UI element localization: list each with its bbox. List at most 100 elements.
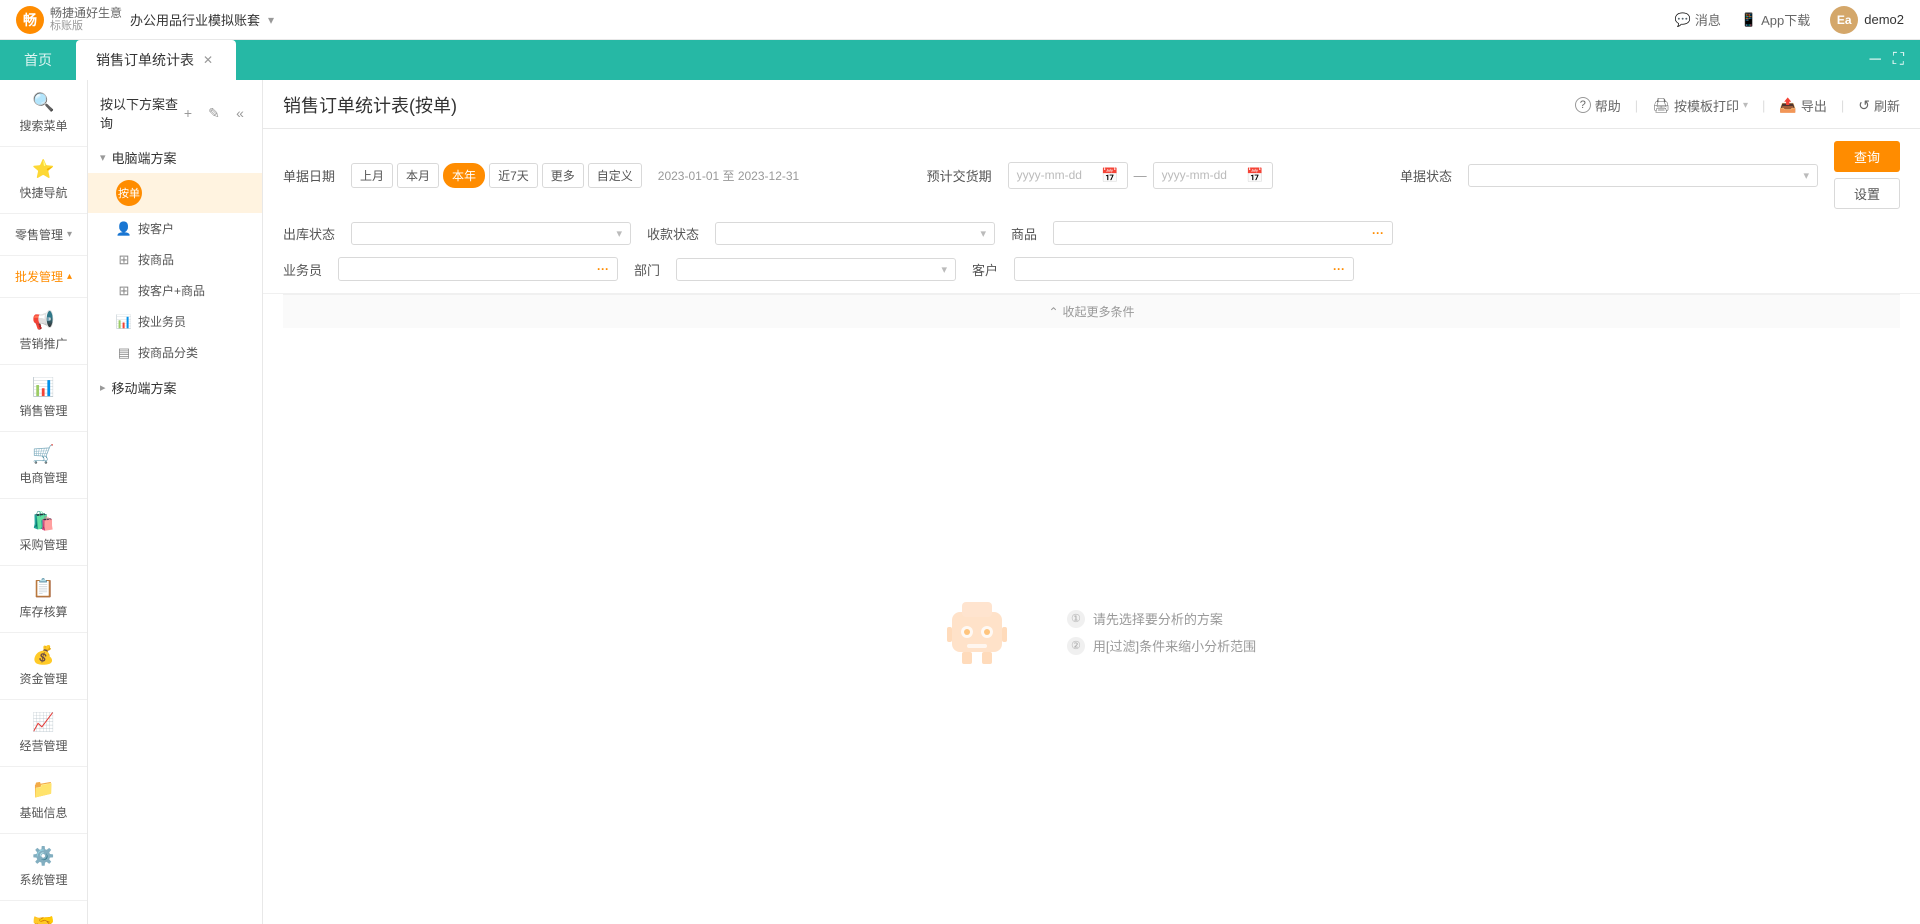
tree-item-by-goods[interactable]: ⊞ 按商品 <box>88 244 262 275</box>
collapse-up-icon: ⌃ <box>1048 305 1058 319</box>
top-bar-left: 畅 畅捷通好生意 标账版 办公用品行业模拟账套 ▾ <box>16 6 274 34</box>
sidebar-item-quick-nav[interactable]: ⭐ 快捷导航 <box>0 147 87 214</box>
department-select[interactable]: ▾ <box>676 258 956 281</box>
wholesale-arrow-icon: ▴ <box>67 271 72 282</box>
sidebar-item-basic-info[interactable]: 📁 基础信息 <box>0 767 87 834</box>
sidebar-item-search-menu[interactable]: 🔍 搜索菜单 <box>0 80 87 147</box>
customer-more-btn[interactable]: ··· <box>1333 262 1345 276</box>
shipping-arrow: ▾ <box>616 227 622 240</box>
expected-date-start[interactable]: yyyy-mm-dd 📅 <box>1008 162 1128 189</box>
cal-icon-start[interactable]: 📅 <box>1101 167 1118 184</box>
top-bar-right: 💬 消息 📱 App下载 Ea demo2 <box>1675 6 1904 34</box>
tree-item-by-customer-goods[interactable]: ⊞ 按客户+商品 <box>88 275 262 306</box>
more-btn[interactable]: 更多 <box>542 163 584 188</box>
filter-row-2: 出库状态 ▾ 收款状态 ▾ 商品 ··· <box>283 221 1900 245</box>
salesperson-more-btn[interactable]: ··· <box>597 262 609 276</box>
tab-order-stat[interactable]: 销售订单统计表 ✕ <box>76 40 236 80</box>
tab-bar-window-controls: ─ ⛶ <box>1869 51 1904 69</box>
date-filter-group: 上月 本月 本年 近7天 更多 自定义 <box>351 163 642 188</box>
search-button[interactable]: 查询 <box>1834 141 1900 172</box>
by-customer-goods-icon: ⊞ <box>116 283 132 299</box>
receipt-status-label: 收款状态 <box>647 224 699 243</box>
maximize-icon[interactable]: ⛶ <box>1893 51 1904 69</box>
logo-text: 畅捷通好生意 标账版 <box>50 6 122 34</box>
page-actions: ? 帮助 | 🖨 按模板打印 ▾ | 📤 导出 <box>1575 96 1900 115</box>
tip-num-1: ① <box>1067 610 1085 628</box>
sidebar-item-sales-mgmt[interactable]: 📊 销售管理 <box>0 365 87 432</box>
pc-group: ▾ 电脑端方案 按单 👤 按客户 ⊞ 按商品 ⊞ <box>88 142 262 368</box>
tree-item-by-order[interactable]: 按单 <box>88 173 262 213</box>
empty-illustration <box>927 582 1027 682</box>
main-layout: 🔍 搜索菜单 ⭐ 快捷导航 零售管理 ▾ 批发管理 ▴ 📢 营销推广 📊 销售管… <box>0 80 1920 924</box>
cur-month-btn[interactable]: 本月 <box>397 163 439 188</box>
enterprise-icon: 🤝 <box>32 913 54 924</box>
goods-more-btn[interactable]: ··· <box>1372 226 1384 240</box>
sidebar-item-marketing[interactable]: 📢 营销推广 <box>0 298 87 365</box>
receipt-arrow: ▾ <box>981 227 987 240</box>
mobile-group-collapse-icon: ▸ <box>100 381 106 394</box>
prev-month-btn[interactable]: 上月 <box>351 163 393 188</box>
shipping-status-select[interactable]: ▾ <box>351 222 631 245</box>
sidebar-item-enterprise[interactable]: 🤝 企业协同 <box>0 901 87 924</box>
collapse-bar[interactable]: ⌃ 收起更多条件 <box>283 294 1900 328</box>
left-panel-title: 按以下方案查询 <box>100 94 178 132</box>
sidebar-item-system[interactable]: ⚙️ 系统管理 <box>0 834 87 901</box>
tree-item-by-salesperson[interactable]: 📊 按业务员 <box>88 306 262 337</box>
logo-icon: 畅 <box>16 6 44 34</box>
collapse-panel-btn[interactable]: « <box>230 103 250 123</box>
pc-group-title[interactable]: ▾ 电脑端方案 <box>88 142 262 173</box>
goods-input[interactable]: ··· <box>1053 221 1393 245</box>
customer-input[interactable]: ··· <box>1014 257 1354 281</box>
last7-btn[interactable]: 近7天 <box>489 163 538 188</box>
export-btn[interactable]: 📤 导出 <box>1779 96 1826 115</box>
custom-btn[interactable]: 自定义 <box>588 163 642 188</box>
right-content: 销售订单统计表(按单) ? 帮助 | 🖨 按模板打印 ▾ | <box>263 80 1920 924</box>
add-scheme-btn[interactable]: + <box>178 103 198 123</box>
sidebar-item-finance[interactable]: 💰 资金管理 <box>0 633 87 700</box>
finance-icon: 💰 <box>32 645 54 666</box>
user-profile[interactable]: Ea demo2 <box>1830 6 1904 34</box>
tip-num-2: ② <box>1067 637 1085 655</box>
template-print-btn[interactable]: 🖨 按模板打印 ▾ <box>1652 96 1748 115</box>
tab-bar: 首页 销售订单统计表 ✕ ─ ⛶ <box>0 40 1920 80</box>
empty-tip-2: ② 用[过滤]条件来缩小分析范围 <box>1067 636 1256 655</box>
receipt-status-select[interactable]: ▾ <box>715 222 995 245</box>
minimize-icon[interactable]: ─ <box>1869 51 1880 69</box>
sales-icon: 📊 <box>32 377 54 398</box>
empty-tip-1: ① 请先选择要分析的方案 <box>1067 609 1256 628</box>
sidebar-item-ecom-mgmt[interactable]: 🛒 电商管理 <box>0 432 87 499</box>
sidebar-item-purchase-mgmt[interactable]: 🛍️ 采购管理 <box>0 499 87 566</box>
left-panel-header: 按以下方案查询 + ✎ « <box>88 88 262 138</box>
sidebar: 🔍 搜索菜单 ⭐ 快捷导航 零售管理 ▾ 批发管理 ▴ 📢 营销推广 📊 销售管… <box>0 80 88 924</box>
help-btn[interactable]: ? 帮助 <box>1575 96 1621 115</box>
cur-year-btn[interactable]: 本年 <box>443 163 485 188</box>
refresh-btn[interactable]: ↺ 刷新 <box>1858 96 1900 115</box>
empty-state: ① 请先选择要分析的方案 ② 用[过滤]条件来缩小分析范围 <box>263 340 1920 924</box>
sidebar-item-ops-mgmt[interactable]: 📈 经营管理 <box>0 700 87 767</box>
search-btn-group: 查询 设置 <box>1834 141 1900 209</box>
filter-row-1: 单据日期 上月 本月 本年 近7天 更多 自定义 2023-01-01 至 20… <box>283 141 1900 209</box>
logo: 畅 畅捷通好生意 标账版 <box>16 6 122 34</box>
cal-icon-end[interactable]: 📅 <box>1246 167 1263 184</box>
salesperson-input[interactable]: ··· <box>338 257 618 281</box>
sidebar-item-wholesale-mgmt[interactable]: 批发管理 ▴ <box>0 256 87 298</box>
expected-date-end[interactable]: yyyy-mm-dd 📅 <box>1153 162 1273 189</box>
tree-item-by-goods-category[interactable]: ▤ 按商品分类 <box>88 337 262 368</box>
sidebar-item-inventory[interactable]: 📋 库存核算 <box>0 566 87 633</box>
left-panel: 按以下方案查询 + ✎ « ▾ 电脑端方案 按单 👤 <box>88 80 263 924</box>
tree-item-by-customer[interactable]: 👤 按客户 <box>88 213 262 244</box>
order-status-select[interactable]: ▾ <box>1468 164 1818 187</box>
by-salesperson-icon: 📊 <box>116 314 132 330</box>
help-icon: ? <box>1575 97 1591 113</box>
print-icon: 🖨 <box>1652 97 1670 114</box>
message-action[interactable]: 💬 消息 <box>1675 10 1721 29</box>
tab-close-icon[interactable]: ✕ <box>200 52 216 68</box>
breadcrumb-dropdown[interactable]: ▾ <box>268 13 274 27</box>
edit-scheme-btn[interactable]: ✎ <box>204 103 224 123</box>
system-icon: ⚙️ <box>32 846 54 867</box>
tab-home[interactable]: 首页 <box>0 40 76 80</box>
app-download-action[interactable]: 📱 App下载 <box>1741 10 1810 29</box>
mobile-group-title[interactable]: ▸ 移动端方案 <box>88 372 262 403</box>
reset-button[interactable]: 设置 <box>1834 178 1900 209</box>
sidebar-item-retail-mgmt[interactable]: 零售管理 ▾ <box>0 214 87 256</box>
